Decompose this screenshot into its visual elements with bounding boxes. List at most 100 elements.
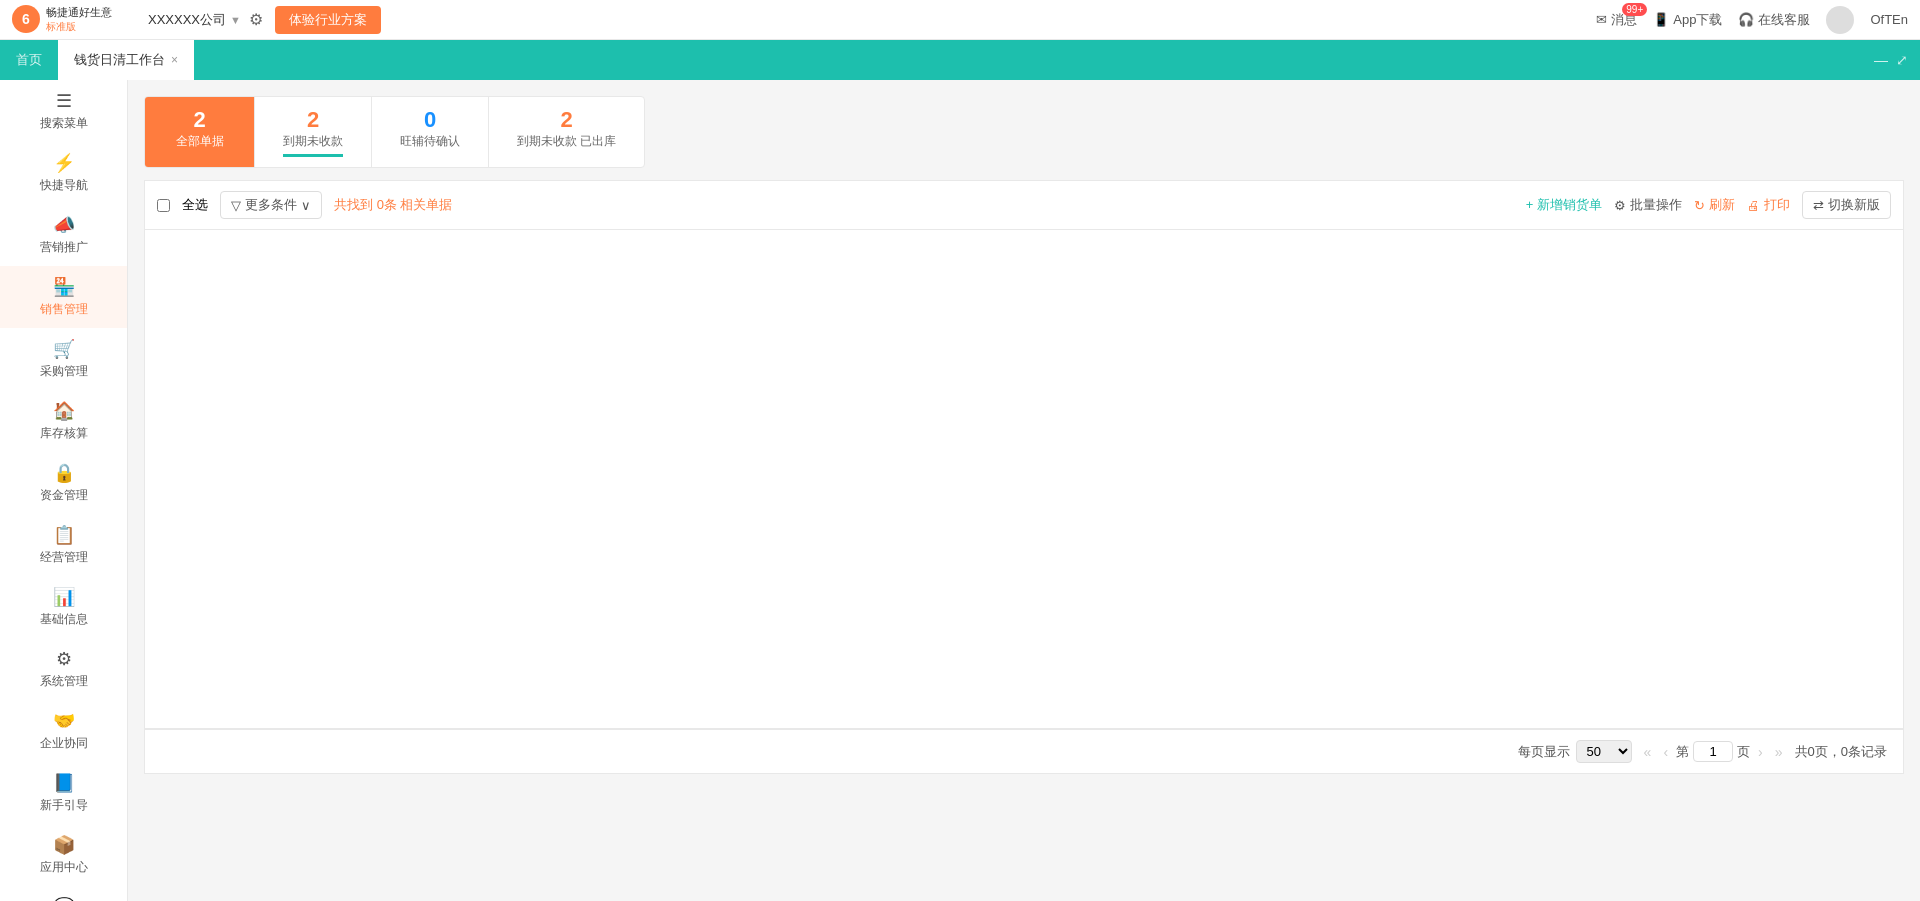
company-name: XXXXXX公司 — [148, 11, 226, 29]
tab-home[interactable]: 首页 — [0, 40, 58, 80]
online-service-label: 在线客服 — [1758, 11, 1810, 29]
sidebar-item-inventory[interactable]: 🏠 库存核算 — [0, 390, 127, 452]
purchase-icon: 🛒 — [53, 338, 75, 360]
sidebar-item-sales[interactable]: 🏪 销售管理 — [0, 266, 127, 328]
app-center-icon: 📦 — [53, 834, 75, 856]
prev-page-btn[interactable]: ‹ — [1659, 742, 1672, 762]
table-area — [144, 229, 1904, 729]
stat-label-overdue: 到期未收款 — [283, 133, 343, 150]
app-download-btn[interactable]: 📱 App下载 — [1653, 11, 1722, 29]
app-icon: 📱 — [1653, 12, 1669, 27]
sidebar-label-sales: 销售管理 — [40, 301, 88, 318]
experience-btn[interactable]: 体验行业方案 — [275, 6, 381, 34]
stat-tab-all[interactable]: 2 全部单据 — [145, 97, 255, 167]
add-order-btn[interactable]: + 新增销货单 — [1526, 196, 1602, 214]
select-all-checkbox[interactable] — [157, 199, 170, 212]
stat-num-all: 2 — [173, 107, 226, 133]
chevron-down-icon: ▼ — [230, 14, 241, 26]
basic-info-icon: 📊 — [53, 586, 75, 608]
sidebar-label-finance: 资金管理 — [40, 487, 88, 504]
company-selector[interactable]: XXXXXX公司 ▼ — [148, 11, 241, 29]
sidebar-item-system[interactable]: ⚙ 系统管理 — [0, 638, 127, 700]
select-all-label: 全选 — [182, 196, 208, 214]
tab-home-label: 首页 — [16, 51, 42, 69]
tab-active-label: 钱货日清工作台 — [74, 51, 165, 69]
stat-tab-underline — [283, 154, 343, 157]
page-prefix: 第 — [1676, 743, 1689, 761]
sales-icon: 🏪 — [53, 276, 75, 298]
sidebar-item-finance[interactable]: 🔒 资金管理 — [0, 452, 127, 514]
marketing-icon: 📣 — [53, 214, 75, 236]
last-page-btn[interactable]: » — [1771, 742, 1787, 762]
sidebar-label-marketing: 营销推广 — [40, 239, 88, 256]
main-content: 2 全部单据 2 到期未收款 0 旺辅待确认 2 到期未收款 已出库 全选 ▽ … — [128, 80, 1920, 901]
online-service-btn[interactable]: 🎧 在线客服 — [1738, 11, 1810, 29]
sidebar-item-app-center[interactable]: 📦 应用中心 — [0, 824, 127, 886]
switch-version-btn[interactable]: ⇄ 切换新版 — [1802, 191, 1891, 219]
refresh-btn[interactable]: ↻ 刷新 — [1694, 196, 1735, 214]
sidebar-item-search-menu[interactable]: ☰ 搜索菜单 — [0, 80, 127, 142]
page-suffix: 页 — [1737, 743, 1750, 761]
inventory-icon: 🏠 — [53, 400, 75, 422]
enterprise-icon: 🤝 — [53, 710, 75, 732]
stat-tab-overdue[interactable]: 2 到期未收款 — [255, 97, 372, 167]
user-name: OfTEn — [1870, 12, 1908, 27]
first-page-btn[interactable]: « — [1640, 742, 1656, 762]
page-input[interactable] — [1693, 741, 1733, 762]
stat-label-shipped: 到期未收款 已出库 — [517, 133, 616, 150]
tab-minimize-icon[interactable]: — — [1874, 52, 1888, 68]
stat-tab-shipped[interactable]: 2 到期未收款 已出库 — [489, 97, 644, 167]
system-icon: ⚙ — [56, 648, 72, 670]
toolbar: 全选 ▽ 更多条件 ∨ 共找到 0条 相关单据 + 新增销货单 ⚙ 批量操作 ↻… — [144, 180, 1904, 229]
toolbar-right: + 新增销货单 ⚙ 批量操作 ↻ 刷新 🖨 打印 ⇄ 切换新版 — [1526, 191, 1891, 219]
settings-icon[interactable]: ⚙ — [249, 10, 263, 29]
sidebar-item-quick-nav[interactable]: ⚡ 快捷导航 — [0, 142, 127, 204]
sidebar-item-enterprise[interactable]: 🤝 企业协同 — [0, 700, 127, 762]
sidebar-label-search-menu: 搜索菜单 — [40, 115, 88, 132]
filter-btn[interactable]: ▽ 更多条件 ∨ — [220, 191, 322, 219]
total-info: 共0页，0条记录 — [1795, 743, 1887, 761]
sidebar-item-wechat[interactable]: 💬 企业微信 — [0, 886, 127, 901]
found-suffix: 相关单据 — [400, 197, 452, 212]
print-btn[interactable]: 🖨 打印 — [1747, 196, 1790, 214]
sidebar-label-quick-nav: 快捷导航 — [40, 177, 88, 194]
sidebar-label-system: 系统管理 — [40, 673, 88, 690]
found-text: 共找到 0条 相关单据 — [334, 196, 452, 214]
filter-icon: ▽ — [231, 198, 241, 213]
tab-active[interactable]: 钱货日清工作台 × — [58, 40, 194, 80]
sidebar-item-marketing[interactable]: 📣 营销推广 — [0, 204, 127, 266]
stat-num-overdue: 2 — [283, 107, 343, 133]
batch-operation-btn[interactable]: ⚙ 批量操作 — [1614, 196, 1682, 214]
wechat-icon: 💬 — [53, 896, 75, 901]
print-label: 打印 — [1764, 196, 1790, 214]
quick-nav-icon: ⚡ — [53, 152, 75, 174]
message-badge: 99+ — [1622, 3, 1647, 16]
sidebar-item-purchase[interactable]: 🛒 采购管理 — [0, 328, 127, 390]
switch-label: 切换新版 — [1828, 196, 1880, 214]
header-right: ✉ 消息 99+ 📱 App下载 🎧 在线客服 OfTEn — [1596, 6, 1908, 34]
next-page-btn[interactable]: › — [1754, 742, 1767, 762]
stat-tab-pending[interactable]: 0 旺辅待确认 — [372, 97, 489, 167]
page-nav: « ‹ 第 页 › » — [1640, 741, 1787, 762]
batch-icon: ⚙ — [1614, 198, 1626, 213]
finance-icon: 🔒 — [53, 462, 75, 484]
stat-num-pending: 0 — [400, 107, 460, 133]
batch-label: 批量操作 — [1630, 196, 1682, 214]
logo-icon: 6 — [12, 5, 40, 33]
message-btn[interactable]: ✉ 消息 99+ — [1596, 11, 1637, 29]
avatar[interactable] — [1826, 6, 1854, 34]
filter-label: 更多条件 — [245, 196, 297, 214]
switch-icon: ⇄ — [1813, 198, 1824, 213]
per-page-select[interactable]: 50 10 20 100 — [1576, 740, 1632, 763]
sidebar-label-inventory: 库存核算 — [40, 425, 88, 442]
sidebar-item-guide[interactable]: 📘 新手引导 — [0, 762, 127, 824]
tab-close-icon[interactable]: × — [171, 53, 178, 67]
refresh-icon: ↻ — [1694, 198, 1705, 213]
service-icon: 🎧 — [1738, 12, 1754, 27]
tab-expand-icon[interactable]: ⤢ — [1896, 52, 1908, 68]
found-prefix: 共找到 — [334, 197, 373, 212]
sidebar-label-basic-info: 基础信息 — [40, 611, 88, 628]
sidebar-label-purchase: 采购管理 — [40, 363, 88, 380]
sidebar-item-operations[interactable]: 📋 经营管理 — [0, 514, 127, 576]
sidebar-item-basic-info[interactable]: 📊 基础信息 — [0, 576, 127, 638]
